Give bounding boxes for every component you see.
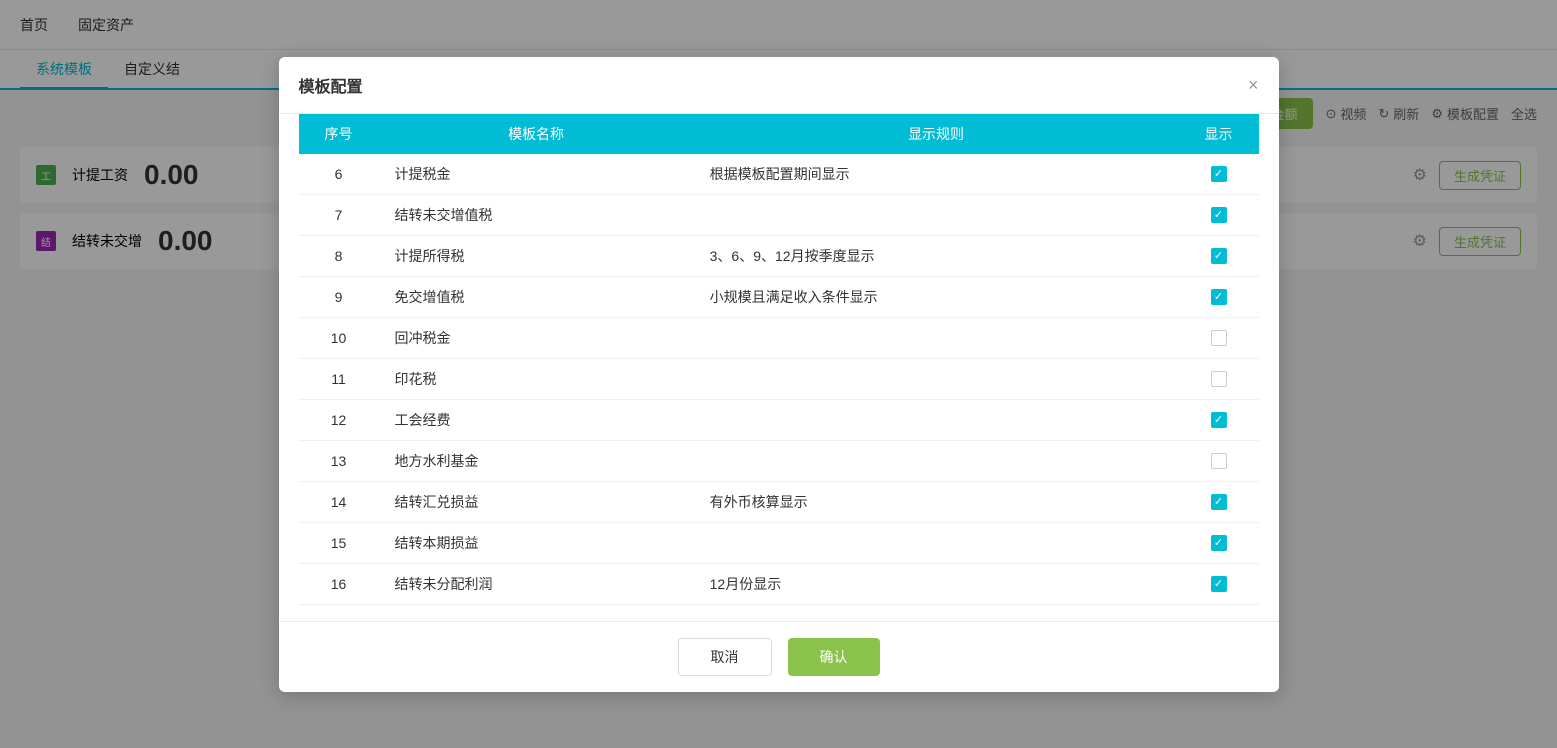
cell-rule	[694, 399, 1179, 440]
modal-title: 模板配置	[299, 73, 363, 97]
confirm-button[interactable]: 确认	[788, 638, 880, 676]
modal-footer: 取消 确认	[279, 621, 1279, 692]
cell-checkbox	[1179, 563, 1259, 604]
cell-name: 工会经费	[379, 399, 694, 440]
cell-rule	[694, 317, 1179, 358]
cell-name: 印花税	[379, 358, 694, 399]
table-header-row: 序号 模板名称 显示规则 显示	[299, 114, 1259, 154]
modal-close-button[interactable]: ×	[1248, 76, 1259, 94]
cell-name: 回冲税金	[379, 317, 694, 358]
cancel-button[interactable]: 取消	[678, 638, 772, 676]
table-row: 11印花税	[299, 358, 1259, 399]
col-header-rule: 显示规则	[694, 114, 1179, 154]
cell-id: 7	[299, 194, 379, 235]
table-row: 12工会经费	[299, 399, 1259, 440]
cell-checkbox	[1179, 358, 1259, 399]
table-row: 8计提所得税3、6、9、12月按季度显示	[299, 235, 1259, 276]
cell-checkbox	[1179, 317, 1259, 358]
cell-name: 地方水利基金	[379, 440, 694, 481]
cell-id: 16	[299, 563, 379, 604]
cell-checkbox	[1179, 399, 1259, 440]
table-row: 9免交增值税小规模且满足收入条件显示	[299, 276, 1259, 317]
cell-rule	[694, 440, 1179, 481]
cell-id: 9	[299, 276, 379, 317]
cell-name: 免交增值税	[379, 276, 694, 317]
cell-checkbox	[1179, 154, 1259, 195]
cell-rule: 12月份显示	[694, 563, 1179, 604]
cell-rule: 有外币核算显示	[694, 481, 1179, 522]
table-row: 6计提税金根据模板配置期间显示	[299, 154, 1259, 195]
col-header-id: 序号	[299, 114, 379, 154]
checkbox-row-12[interactable]	[1211, 412, 1227, 428]
cell-name: 结转未分配利润	[379, 563, 694, 604]
cell-rule	[694, 358, 1179, 399]
cell-checkbox	[1179, 522, 1259, 563]
cell-name: 结转本期损益	[379, 522, 694, 563]
modal-template-config: 模板配置 × 序号 模板名称 显示规则 显示 6计提税金根据模板配置期间显示7结…	[279, 57, 1279, 692]
table-row: 10回冲税金	[299, 317, 1259, 358]
cell-name: 计提税金	[379, 154, 694, 195]
modal-header: 模板配置 ×	[279, 57, 1279, 114]
modal-overlay: 模板配置 × 序号 模板名称 显示规则 显示 6计提税金根据模板配置期间显示7结…	[0, 0, 1557, 748]
cell-id: 11	[299, 358, 379, 399]
cell-id: 12	[299, 399, 379, 440]
checkbox-row-8[interactable]	[1211, 248, 1227, 264]
cell-name: 结转汇兑损益	[379, 481, 694, 522]
checkbox-row-16[interactable]	[1211, 576, 1227, 592]
checkbox-row-15[interactable]	[1211, 535, 1227, 551]
table-row: 16结转未分配利润12月份显示	[299, 563, 1259, 604]
checkbox-row-10[interactable]	[1211, 330, 1227, 346]
checkbox-row-14[interactable]	[1211, 494, 1227, 510]
cell-checkbox	[1179, 235, 1259, 276]
table-row: 13地方水利基金	[299, 440, 1259, 481]
checkbox-row-9[interactable]	[1211, 289, 1227, 305]
cell-checkbox	[1179, 276, 1259, 317]
cell-rule: 根据模板配置期间显示	[694, 154, 1179, 195]
checkbox-row-6[interactable]	[1211, 166, 1227, 182]
cell-rule: 3、6、9、12月按季度显示	[694, 235, 1179, 276]
cell-rule	[694, 522, 1179, 563]
cell-rule: 小规模且满足收入条件显示	[694, 276, 1179, 317]
checkbox-row-13[interactable]	[1211, 453, 1227, 469]
cell-name: 计提所得税	[379, 235, 694, 276]
checkbox-row-7[interactable]	[1211, 207, 1227, 223]
modal-body: 序号 模板名称 显示规则 显示 6计提税金根据模板配置期间显示7结转未交增值税8…	[279, 114, 1279, 621]
cell-id: 6	[299, 154, 379, 195]
table-row: 14结转汇兑损益有外币核算显示	[299, 481, 1259, 522]
config-table: 序号 模板名称 显示规则 显示 6计提税金根据模板配置期间显示7结转未交增值税8…	[299, 114, 1259, 605]
col-header-display: 显示	[1179, 114, 1259, 154]
cell-checkbox	[1179, 194, 1259, 235]
table-row: 7结转未交增值税	[299, 194, 1259, 235]
cell-id: 15	[299, 522, 379, 563]
cell-rule	[694, 194, 1179, 235]
cell-id: 13	[299, 440, 379, 481]
table-row: 15结转本期损益	[299, 522, 1259, 563]
col-header-name: 模板名称	[379, 114, 694, 154]
checkbox-row-11[interactable]	[1211, 371, 1227, 387]
cell-id: 14	[299, 481, 379, 522]
cell-checkbox	[1179, 440, 1259, 481]
cell-name: 结转未交增值税	[379, 194, 694, 235]
cell-id: 10	[299, 317, 379, 358]
cell-id: 8	[299, 235, 379, 276]
cell-checkbox	[1179, 481, 1259, 522]
